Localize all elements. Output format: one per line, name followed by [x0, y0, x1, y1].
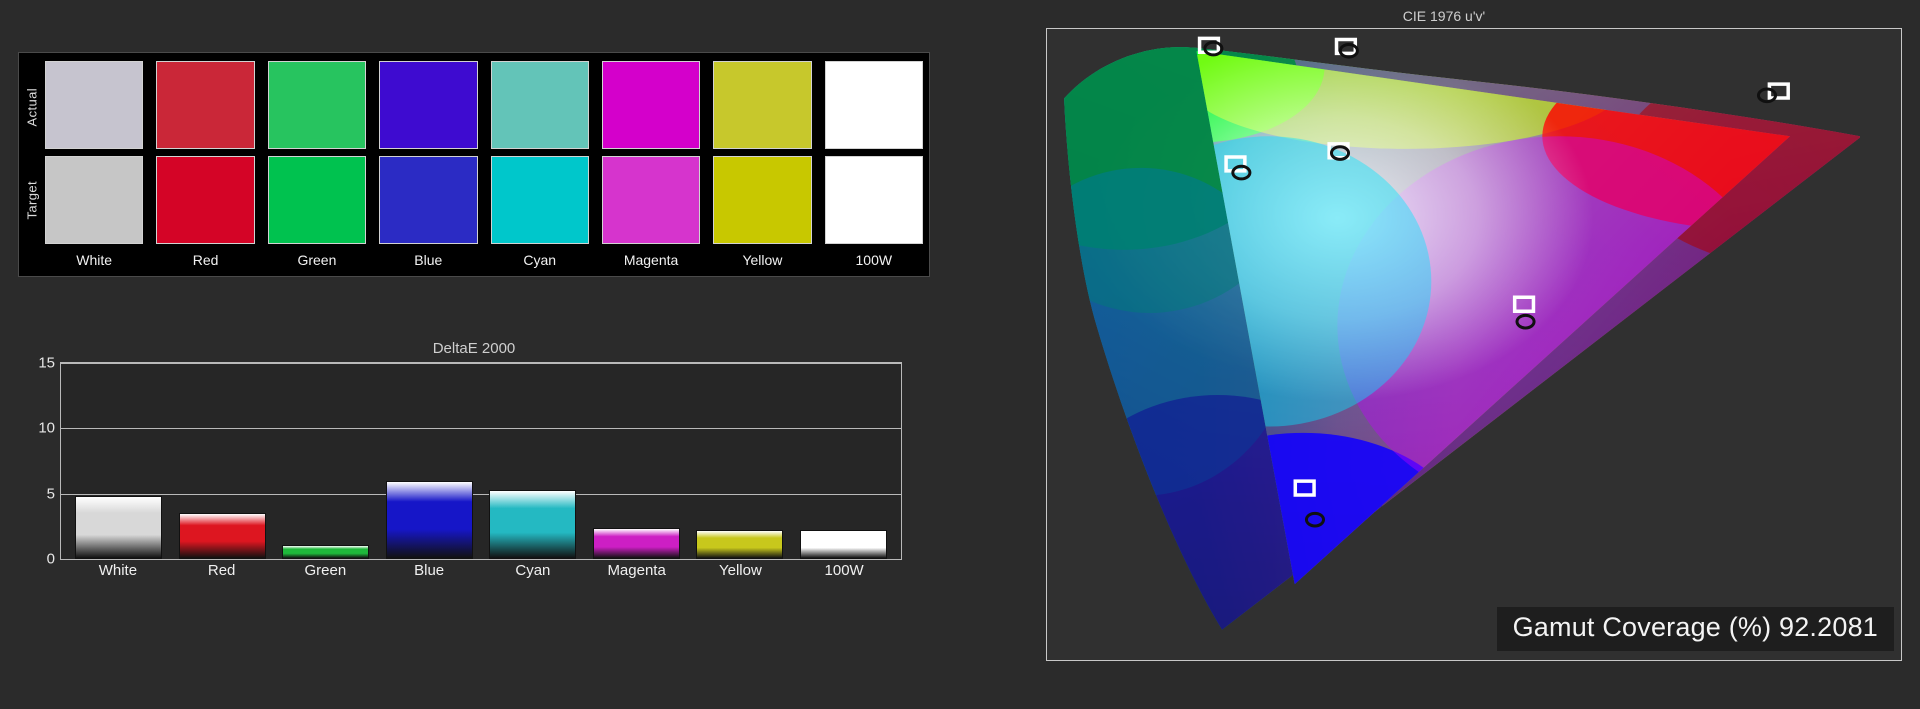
gamut-coverage-badge: Gamut Coverage (%) 92.2081 [1496, 607, 1894, 651]
deltae-bar-slot-green [274, 363, 378, 559]
patch-column-label-red: Red [192, 252, 219, 268]
patch-column-labels: White Red Green Blue Cyan Magenta Yellow 100W [45, 246, 923, 274]
actual-swatch-green [267, 61, 367, 149]
deltae-x-label-blue: Blue [414, 562, 445, 579]
patch-column-label-magenta: Magenta [623, 252, 679, 268]
actual-swatch-magenta [601, 61, 701, 149]
deltae-x-label-yellow: Yellow [718, 562, 762, 579]
deltae-plot-area: 0 5 10 15 [38, 355, 902, 568]
row-label-target: Target [24, 180, 40, 220]
deltae-x-label-green: Green [304, 562, 347, 579]
cie-plot-area: 00.050.10.150.20.250.30.350.40.450.50.55… [1046, 28, 1902, 661]
deltae-bar-magenta [592, 527, 680, 559]
deltae-plot-wrapper: 0 5 10 15 White Red Green Blue Cyan Magenta Yello… [38, 355, 902, 584]
deltae-bar-cyan [489, 490, 577, 559]
target-swatch-yellow [713, 156, 812, 244]
row-label-actual: Actual [24, 87, 40, 127]
patch-row-actual [45, 61, 923, 156]
deltae-y-tick-10: 10 [38, 419, 55, 437]
actual-swatch-yellow [713, 61, 812, 149]
actual-swatch-100w [824, 61, 923, 149]
actual-swatch-white [45, 61, 144, 149]
deltae-bar-white [75, 495, 163, 559]
app-root: Actual Target White Red Green Blue Cyan Magen… [0, 0, 1920, 709]
deltae-bar-slot-yellow [688, 363, 792, 559]
deltae-bar-slot-white [67, 363, 171, 559]
deltae-y-tick-5: 5 [46, 485, 55, 503]
deltae-bar-slot-100w [792, 363, 896, 559]
cie-chart-title: CIE 1976 u'v' [1402, 8, 1486, 24]
deltae-bar-green [282, 544, 370, 559]
deltae-bar-slot-red [171, 363, 275, 559]
actual-swatch-cyan [490, 61, 589, 149]
patch-row-target [45, 156, 923, 246]
target-swatch-blue [379, 156, 478, 244]
cie-measured-marker-red [1758, 89, 1775, 102]
left-column: Actual Target White Red Green Blue Cyan Magen… [0, 0, 960, 709]
color-patch-panel: Actual Target White Red Green Blue Cyan Magen… [18, 52, 930, 277]
target-swatch-white [45, 156, 144, 244]
deltae-gridline-0 [61, 559, 901, 560]
patch-column-label-yellow: Yellow [742, 252, 783, 268]
deltae-chart-panel: DeltaE 2000 0 5 10 15 White Red Green Blue Cyan… [18, 340, 930, 610]
deltae-x-axis-labels: White Red Green Blue Cyan Magenta Yellow 100W [60, 562, 902, 584]
deltae-bar-blue [385, 480, 473, 559]
target-swatch-cyan [490, 156, 589, 244]
deltae-bar-100w [799, 529, 887, 559]
patch-column-label-blue: Blue [414, 252, 443, 268]
patch-column-label-white: White [76, 252, 113, 268]
target-swatch-magenta [601, 156, 701, 244]
deltae-x-label-cyan: Cyan [515, 562, 551, 579]
cie-diagram-svg [1064, 29, 1861, 630]
target-swatch-red [156, 156, 255, 244]
target-swatch-green [267, 156, 367, 244]
patch-row-labels: Actual Target [19, 53, 45, 276]
deltae-y-tick-15: 15 [38, 354, 55, 372]
cie-chart-panel: CIE 1976 u'v' Gamut Coverage (%) 92.2081 [968, 0, 1920, 709]
patch-column-label-green: Green [297, 252, 337, 268]
deltae-chart-title: DeltaE 2000 [432, 340, 516, 357]
patch-column-label-100w: 100W [855, 252, 893, 268]
deltae-bar-slot-blue [378, 363, 482, 559]
actual-swatch-blue [379, 61, 478, 149]
target-swatch-100w [824, 156, 923, 244]
deltae-bar-slot-magenta [585, 363, 689, 559]
deltae-bar-red [178, 513, 266, 559]
deltae-bar-slot-cyan [481, 363, 585, 559]
actual-swatch-red [156, 61, 255, 149]
deltae-bars [61, 363, 901, 559]
deltae-x-label-white: White [98, 562, 138, 579]
deltae-y-tick-0: 0 [46, 550, 55, 568]
patch-column-label-cyan: Cyan [523, 252, 557, 268]
deltae-x-label-100w: 100W [824, 562, 864, 579]
deltae-x-label-magenta: Magenta [607, 562, 666, 579]
deltae-x-label-red: Red [207, 562, 236, 579]
deltae-bar-yellow [696, 529, 784, 559]
patch-grid: White Red Green Blue Cyan Magenta Yellow 100W [45, 53, 929, 276]
